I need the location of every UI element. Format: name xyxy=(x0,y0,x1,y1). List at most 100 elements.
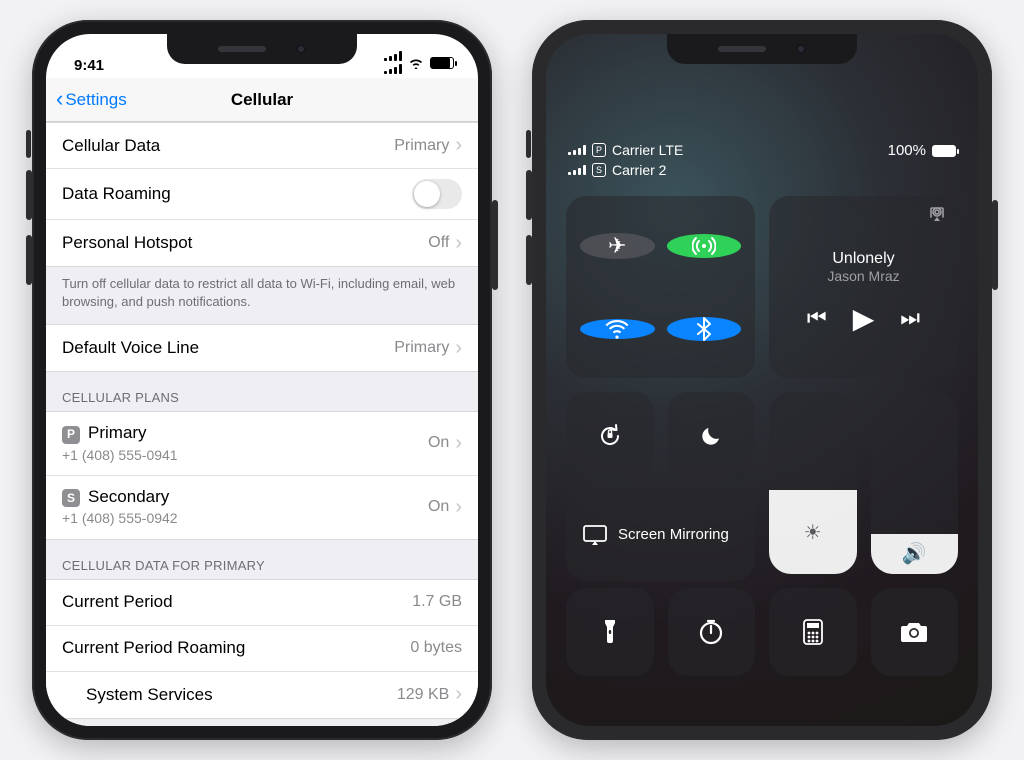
control-center-grid: ✈ xyxy=(546,184,978,684)
screen-control-center: P Carrier LTE S Carrier 2 100% ✈ xyxy=(546,34,978,726)
row-cellular-data[interactable]: Cellular Data Primary › xyxy=(46,123,478,169)
plan-number: +1 (408) 555-0942 xyxy=(62,510,178,526)
status-time: 9:41 xyxy=(74,57,104,74)
row-label: System Services xyxy=(62,685,213,705)
row-plan-secondary[interactable]: SSecondary +1 (408) 555-0942 On › xyxy=(46,476,478,539)
row-personal-hotspot[interactable]: Personal Hotspot Off › xyxy=(46,220,478,266)
wifi-toggle[interactable] xyxy=(580,319,655,339)
notch xyxy=(167,34,357,64)
volume-down-button[interactable] xyxy=(526,235,532,285)
sim-badge-s: S xyxy=(592,163,606,177)
page-title: Cellular xyxy=(231,90,293,110)
row-label: Cellular Data xyxy=(62,136,160,156)
row-data-roaming[interactable]: Data Roaming xyxy=(46,169,478,220)
group-cellular: Cellular Data Primary › Data Roaming Per… xyxy=(46,122,478,267)
song-title: Unlonely xyxy=(832,250,894,268)
carrier-line-2: S Carrier 2 xyxy=(568,162,683,178)
row-label: Default Voice Line xyxy=(62,338,199,358)
front-camera xyxy=(796,44,806,54)
chevron-right-icon: › xyxy=(455,683,462,706)
row-value: On › xyxy=(428,496,462,519)
carrier-list: P Carrier LTE S Carrier 2 xyxy=(568,142,683,178)
row-value: 0 bytes xyxy=(410,639,462,657)
brightness-slider[interactable]: ☀ xyxy=(769,392,857,574)
timer-tile[interactable] xyxy=(668,588,756,676)
row-plan-primary[interactable]: PPrimary +1 (408) 555-0941 On › xyxy=(46,412,478,476)
chevron-right-icon: › xyxy=(455,496,462,519)
row-system-services[interactable]: System Services 129 KB › xyxy=(46,672,478,718)
phone-right-frame: P Carrier LTE S Carrier 2 100% ✈ xyxy=(532,20,992,740)
signal-icon xyxy=(568,165,586,175)
flashlight-icon xyxy=(602,618,618,646)
screen-settings: 9:41 ‹ Settings Cellular xyxy=(46,34,478,726)
notch xyxy=(667,34,857,64)
camera-tile[interactable] xyxy=(871,588,959,676)
flashlight-tile[interactable] xyxy=(566,588,654,676)
wifi-icon xyxy=(605,319,629,339)
cellular-toggle[interactable] xyxy=(667,234,742,258)
play-button[interactable]: ▶ xyxy=(853,302,875,335)
bluetooth-icon xyxy=(697,317,711,341)
volume-down-button[interactable] xyxy=(26,235,32,285)
battery-status: 100% xyxy=(888,142,956,159)
back-button[interactable]: ‹ Settings xyxy=(56,90,127,110)
wifi-icon xyxy=(408,57,424,69)
back-label: Settings xyxy=(65,90,126,110)
carrier-text: Carrier LTE xyxy=(612,142,683,158)
cellular-footer-note: Turn off cellular data to restrict all d… xyxy=(46,267,478,324)
row-value: Off › xyxy=(428,232,462,255)
battery-icon xyxy=(932,145,956,157)
row-value: Primary › xyxy=(394,134,462,157)
chevron-right-icon: › xyxy=(455,232,462,255)
row-label: Personal Hotspot xyxy=(62,233,192,253)
plan-info: PPrimary +1 (408) 555-0941 xyxy=(62,422,178,465)
speaker-grille xyxy=(718,46,766,52)
bluetooth-toggle[interactable] xyxy=(667,317,742,341)
airplane-toggle[interactable]: ✈ xyxy=(580,233,655,259)
camera-icon xyxy=(899,620,929,644)
chevron-right-icon: › xyxy=(455,134,462,157)
do-not-disturb-tile[interactable] xyxy=(668,392,756,480)
signal-dual-icon xyxy=(384,51,402,74)
plan-number: +1 (408) 555-0941 xyxy=(62,447,178,463)
power-button[interactable] xyxy=(992,200,998,290)
row-label: Current Period xyxy=(62,592,173,612)
header-data-usage: CELLULAR DATA FOR PRIMARY xyxy=(46,540,478,579)
mute-switch[interactable] xyxy=(526,130,531,158)
airplay-icon[interactable] xyxy=(928,206,946,222)
sim-badge-p: P xyxy=(592,143,606,157)
power-button[interactable] xyxy=(492,200,498,290)
media-controls: ⏮ ▶ ⏭ xyxy=(807,302,920,335)
group-voice: Default Voice Line Primary › xyxy=(46,324,478,372)
calculator-tile[interactable] xyxy=(769,588,857,676)
signal-icon xyxy=(568,145,586,155)
front-camera xyxy=(296,44,306,54)
rotation-lock-icon xyxy=(595,421,625,451)
row-default-voice[interactable]: Default Voice Line Primary › xyxy=(46,325,478,371)
connectivity-tile[interactable]: ✈ xyxy=(566,196,755,378)
settings-list[interactable]: Cellular Data Primary › Data Roaming Per… xyxy=(46,122,478,726)
row-value: Primary › xyxy=(394,337,462,360)
forward-button[interactable]: ⏭ xyxy=(900,305,920,331)
screen-mirroring-icon xyxy=(582,524,608,546)
moon-icon xyxy=(699,424,723,448)
row-value: On › xyxy=(428,432,462,455)
media-tile[interactable]: Unlonely Jason Mraz ⏮ ▶ ⏭ xyxy=(769,196,958,378)
data-roaming-switch[interactable] xyxy=(412,179,462,209)
row-value: 1.7 GB xyxy=(412,593,462,611)
brightness-icon: ☀ xyxy=(804,520,822,545)
rewind-button[interactable]: ⏮ xyxy=(807,305,827,331)
screen-mirroring-label: Screen Mirroring xyxy=(618,526,729,544)
volume-slider[interactable]: 🔊 xyxy=(871,392,959,574)
volume-up-button[interactable] xyxy=(526,170,532,220)
timer-icon xyxy=(697,618,725,646)
mute-switch[interactable] xyxy=(26,130,31,158)
airplane-icon: ✈ xyxy=(608,233,626,259)
carrier-text: Carrier 2 xyxy=(612,162,666,178)
navbar: ‹ Settings Cellular xyxy=(46,78,478,122)
plan-info: SSecondary +1 (408) 555-0942 xyxy=(62,486,178,529)
orientation-lock-tile[interactable] xyxy=(566,392,654,480)
chevron-right-icon: › xyxy=(455,432,462,455)
volume-up-button[interactable] xyxy=(26,170,32,220)
screen-mirroring-tile[interactable]: Screen Mirroring xyxy=(566,490,755,581)
